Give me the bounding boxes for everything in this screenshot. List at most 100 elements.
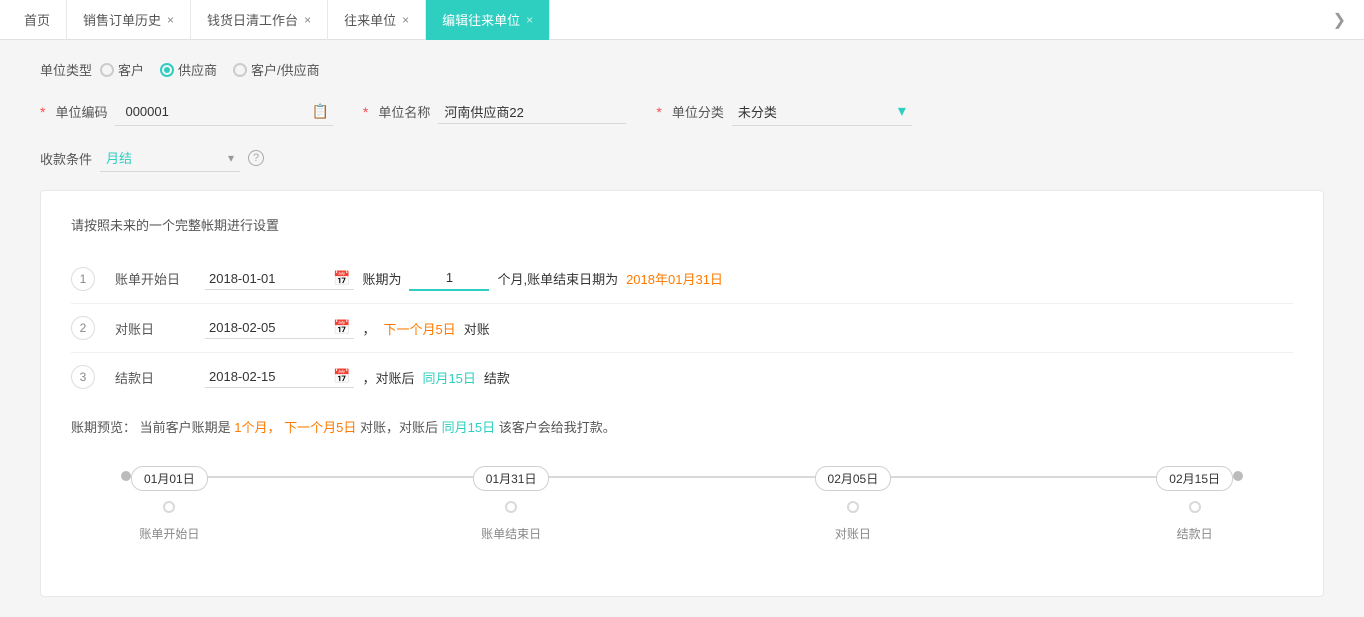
tab-sales-history-label: 销售订单历史 [83, 10, 161, 29]
radio-supplier-label: 供应商 [178, 60, 217, 79]
tab-edit-partner[interactable]: 编辑往来单位 × [426, 0, 550, 40]
preview-text2: 下一个月5日 [284, 420, 356, 435]
payment-terms-value: 月结 [106, 148, 224, 167]
timeline-pill-1: 01月01日 [131, 466, 208, 491]
step-label-3: 结款日 [115, 368, 185, 387]
tab-edit-partner-close[interactable]: × [526, 13, 533, 27]
unit-category-value: 未分类 [738, 102, 894, 121]
payment-terms-help-icon[interactable]: ? [248, 150, 264, 166]
timeline-dot-4 [1189, 501, 1201, 513]
timeline-pill-3: 02月05日 [815, 466, 892, 491]
step-row-1: 1 账单开始日 📅 账期为 个月,账单结束日期为 2018年01月31日 [71, 254, 1293, 304]
unit-name-field: * 单位名称 [363, 100, 626, 124]
tab-cash-clearing-label: 钱货日清工作台 [207, 10, 298, 29]
unit-category-field: * 单位分类 未分类 ▾ [656, 97, 911, 126]
timeline-label-2: 账单结束日 [481, 525, 541, 542]
timeline-node-1: 01月01日 账单开始日 [131, 466, 208, 542]
step-num-1: 1 [71, 267, 95, 291]
timeline-node-4: 02月15日 结款日 [1156, 466, 1233, 542]
step1-calendar-icon[interactable]: 📅 [333, 270, 350, 287]
tab-sales-history[interactable]: 销售订单历史 × [67, 0, 191, 40]
tab-partner-unit-label: 往来单位 [344, 10, 396, 29]
unit-type-label: 单位类型 [40, 60, 92, 79]
unit-type-row: 单位类型 客户 供应商 客户/供应商 [40, 60, 1324, 79]
timeline-label-1: 账单开始日 [139, 525, 199, 542]
step2-calendar-icon[interactable]: 📅 [333, 319, 350, 336]
timeline-dot-2 [505, 501, 517, 513]
tab-partner-unit-close[interactable]: × [402, 13, 409, 27]
step3-comma: ，对账后 [362, 368, 414, 387]
main-content: 单位类型 客户 供应商 客户/供应商 * 单位编码 [0, 40, 1364, 617]
step3-date-wrap: 📅 [205, 366, 354, 388]
timeline: 01月01日 账单开始日 01月31日 账单结束日 02月05日 对账日 [71, 456, 1293, 572]
timeline-node-2: 01月31日 账单结束日 [473, 466, 550, 542]
step2-date-wrap: 📅 [205, 317, 354, 339]
unit-code-star: * [40, 104, 45, 120]
step-num-2: 2 [71, 316, 95, 340]
step2-prefix: ， [362, 319, 375, 338]
step-num-3: 3 [71, 365, 95, 389]
timeline-node-3: 02月05日 对账日 [815, 466, 892, 542]
radio-customer-circle [100, 63, 114, 77]
unit-category-star: * [656, 104, 661, 120]
unit-info-row: * 单位编码 📋 * 单位名称 * 单位分类 未分类 ▾ [40, 97, 1324, 126]
step-content-1: 📅 账期为 个月,账单结束日期为 2018年01月31日 [205, 266, 1293, 291]
payment-terms-row: 收款条件 月结 ▾ ? [40, 144, 1324, 172]
step2-date-input[interactable] [209, 320, 329, 335]
radio-both-label: 客户/供应商 [251, 60, 320, 79]
step-row-2: 2 对账日 📅 ， 下一个月5日 对账 [71, 304, 1293, 353]
timeline-pill-2: 01月31日 [473, 466, 550, 491]
step1-period-input[interactable] [409, 266, 489, 291]
payment-terms-arrow: ▾ [228, 151, 234, 165]
step3-calendar-icon[interactable]: 📅 [333, 368, 350, 385]
tab-home[interactable]: 首页 [8, 0, 67, 40]
step3-highlight: 同月15日 [422, 368, 475, 387]
unit-code-field: * 单位编码 📋 [40, 98, 333, 126]
preview-text4: 该客户会给我打款。 [499, 420, 616, 435]
unit-code-icon[interactable]: 📋 [311, 103, 328, 120]
tab-home-label: 首页 [24, 10, 50, 29]
step1-date-wrap: 📅 [205, 268, 354, 290]
step3-date-input[interactable] [209, 369, 329, 384]
step1-suffix: 个月,账单结束日期为 [497, 269, 618, 288]
timeline-label-3: 对账日 [835, 525, 871, 542]
unit-type-field: 单位类型 客户 供应商 客户/供应商 [40, 60, 320, 79]
radio-supplier[interactable]: 供应商 [160, 60, 217, 79]
radio-customer[interactable]: 客户 [100, 60, 144, 79]
unit-name-star: * [363, 104, 368, 120]
payment-terms-label: 收款条件 [40, 149, 92, 168]
timeline-dot-3 [847, 501, 859, 513]
card-title: 请按照未来的一个完整帐期进行设置 [71, 215, 1293, 234]
preview-label: 账期预览： [71, 420, 136, 435]
radio-supplier-circle [160, 63, 174, 77]
tab-sales-history-close[interactable]: × [167, 13, 174, 27]
unit-code-input[interactable] [119, 100, 307, 123]
preview-text3: 对账，对账后 [360, 420, 438, 435]
preview-highlight2: 同月15日 [442, 420, 495, 435]
step2-highlight: 下一个月5日 [383, 319, 455, 338]
timeline-label-4: 结款日 [1177, 525, 1213, 542]
tabs-expand-button[interactable]: ❯ [1323, 10, 1356, 30]
step1-date-input[interactable] [209, 271, 329, 286]
tab-cash-clearing[interactable]: 钱货日清工作台 × [191, 0, 328, 40]
radio-customer-label: 客户 [118, 60, 144, 79]
timeline-pill-4: 02月15日 [1156, 466, 1233, 491]
radio-both-circle [233, 63, 247, 77]
tab-cash-clearing-close[interactable]: × [304, 13, 311, 27]
tab-partner-unit[interactable]: 往来单位 × [328, 0, 426, 40]
unit-category-select[interactable]: 未分类 ▾ [732, 97, 912, 126]
preview-highlight1: 1个月， [234, 420, 280, 435]
billing-cycle-card: 请按照未来的一个完整帐期进行设置 1 账单开始日 📅 账期为 个月,账单结束日期… [40, 190, 1324, 597]
steps-table: 1 账单开始日 📅 账期为 个月,账单结束日期为 2018年01月31日 2 对… [71, 254, 1293, 401]
step-label-2: 对账日 [115, 319, 185, 338]
unit-name-input[interactable] [438, 100, 626, 124]
unit-category-arrow: ▾ [898, 101, 906, 121]
payment-terms-select[interactable]: 月结 ▾ [100, 144, 240, 172]
step2-suffix: 对账 [464, 319, 490, 338]
unit-type-radio-group: 客户 供应商 客户/供应商 [100, 60, 320, 79]
step-label-1: 账单开始日 [115, 269, 185, 288]
step-content-3: 📅 ，对账后 同月15日 结款 [205, 366, 1293, 388]
tabs-bar: 首页 销售订单历史 × 钱货日清工作台 × 往来单位 × 编辑往来单位 × ❯ [0, 0, 1364, 40]
step-content-2: 📅 ， 下一个月5日 对账 [205, 317, 1293, 339]
radio-both[interactable]: 客户/供应商 [233, 60, 320, 79]
